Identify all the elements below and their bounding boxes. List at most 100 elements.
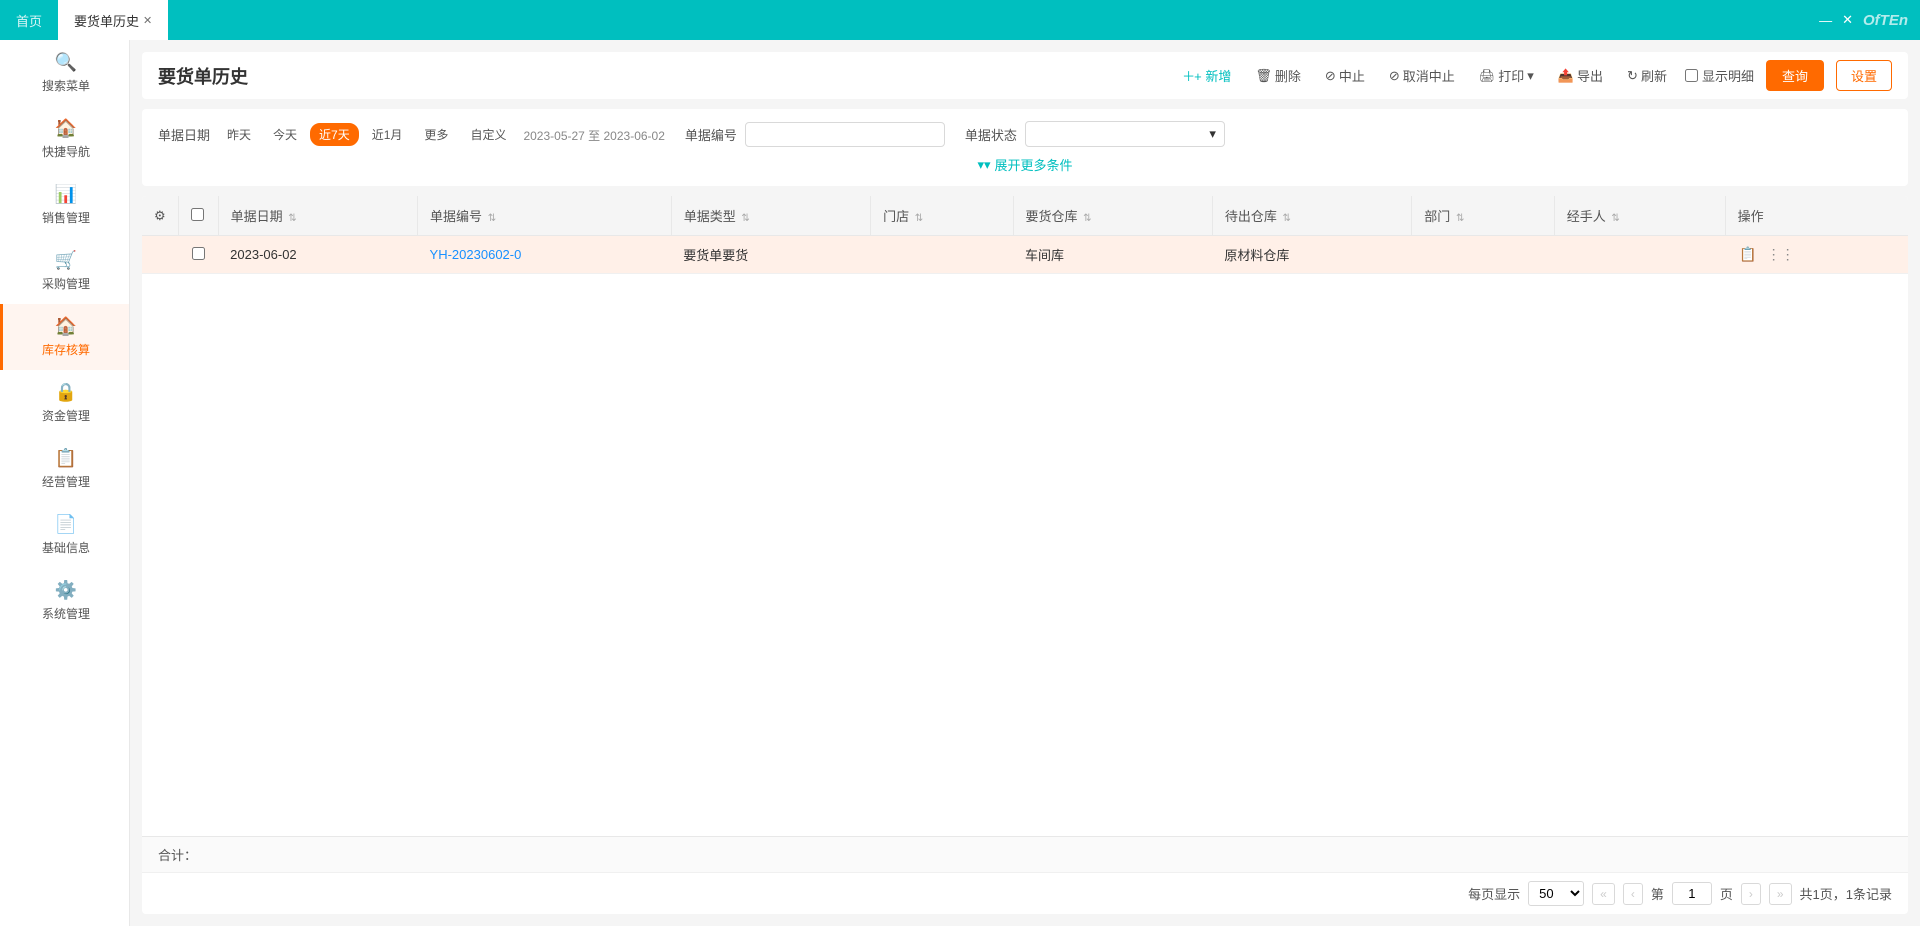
sort-reqwarehouse-icon: ⇅	[1083, 213, 1091, 224]
row-checkbox[interactable]	[192, 247, 205, 260]
next-page-btn[interactable]: ›	[1741, 883, 1761, 905]
brand-label: OfTEn	[1863, 12, 1908, 29]
row-store	[871, 236, 1013, 274]
status-filter-group: 单据状态 ▾	[965, 121, 1225, 147]
sidebar-item-basic[interactable]: 📄 基础信息	[0, 502, 129, 568]
row-seq	[178, 236, 218, 274]
first-page-btn[interactable]: «	[1592, 883, 1615, 905]
th-department[interactable]: 部门 ⇅	[1412, 196, 1554, 236]
last-page-btn[interactable]: »	[1769, 883, 1792, 905]
date-filter-label: 单据日期	[158, 125, 210, 144]
filter-area: 单据日期 昨天 今天 近7天 近1月 更多 自定义 2023-05-27 至 2…	[142, 109, 1908, 186]
status-filter-label: 单据状态	[965, 125, 1017, 144]
date-btn-more[interactable]: 更多	[415, 123, 457, 146]
display-detail-checkbox[interactable]: 显示明细	[1685, 66, 1754, 85]
prev-page-btn[interactable]: ‹	[1623, 883, 1643, 905]
sort-date-icon: ⇅	[288, 213, 296, 224]
sidebar-item-purchase[interactable]: 🛒 采购管理	[0, 238, 129, 304]
date-btn-custom[interactable]: 自定义	[461, 123, 515, 146]
sidebar: 🔍 搜索菜单 🏠 快捷导航 📊 销售管理 🛒 采购管理 🏠 库存核算 🔒 资金管…	[0, 40, 130, 926]
settings-button[interactable]: 设置	[1836, 60, 1892, 91]
th-docno[interactable]: 单据编号 ⇅	[418, 196, 672, 236]
query-button[interactable]: 查询	[1766, 60, 1824, 91]
date-btn-1month[interactable]: 近1月	[363, 123, 412, 146]
row-doctype: 要货单要货	[671, 236, 870, 274]
sidebar-item-inventory[interactable]: 🏠 库存核算	[0, 304, 129, 370]
sidebar-item-quicknav[interactable]: 🏠 快捷导航	[0, 106, 129, 172]
page-input[interactable]	[1672, 882, 1712, 905]
row-handler	[1554, 236, 1725, 274]
th-doctype[interactable]: 单据类型 ⇅	[671, 196, 870, 236]
status-select[interactable]: ▾	[1025, 121, 1225, 147]
delete-button[interactable]: 🗑 删除	[1249, 62, 1307, 89]
chart-icon: 📊	[55, 184, 77, 205]
row-req-warehouse: 车间库	[1013, 236, 1212, 274]
close-window-icon[interactable]: ✕	[1842, 12, 1853, 28]
add-button[interactable]: ＋ + 新增	[1176, 62, 1237, 89]
home-icon: 🏠	[55, 118, 77, 139]
export-button[interactable]: 📤 导出	[1552, 62, 1609, 89]
sort-pendingwarehouse-icon: ⇅	[1283, 213, 1291, 224]
date-btn-yesterday[interactable]: 昨天	[218, 123, 260, 146]
sidebar-item-finance[interactable]: 🔒 资金管理	[0, 370, 129, 436]
refresh-button[interactable]: ↻ 刷新	[1621, 62, 1673, 89]
table-select-all-th[interactable]	[178, 196, 218, 236]
th-handler[interactable]: 经手人 ⇅	[1554, 196, 1725, 236]
stop-button[interactable]: ⊘ 中止	[1319, 62, 1371, 89]
page-title: 要货单历史	[158, 63, 248, 89]
th-req-warehouse[interactable]: 要货仓库 ⇅	[1013, 196, 1212, 236]
date-btn-today[interactable]: 今天	[264, 123, 306, 146]
row-department	[1412, 236, 1554, 274]
print-button[interactable]: 🖨 打印 ▾	[1473, 62, 1540, 89]
window-controls: — ✕ OfTEn	[1819, 12, 1920, 29]
main-layout: 🔍 搜索菜单 🏠 快捷导航 📊 销售管理 🛒 采购管理 🏠 库存核算 🔒 资金管…	[0, 40, 1920, 926]
gear-icon: ⚙️	[55, 580, 77, 601]
toolbar: ＋ + 新增 🗑 删除 ⊘ 中止 ⊘ 取消中止 🖨 打印	[1176, 60, 1892, 91]
date-range-buttons: 昨天 今天 近7天 近1月 更多 自定义	[218, 123, 515, 146]
docno-filter-group: 单据编号	[685, 122, 945, 147]
date-btn-7days[interactable]: 近7天	[310, 123, 359, 146]
sort-handler-icon: ⇅	[1611, 213, 1619, 224]
sidebar-item-operation[interactable]: 📋 经营管理	[0, 436, 129, 502]
select-all-checkbox[interactable]	[191, 208, 204, 221]
th-actions: 操作	[1725, 196, 1908, 236]
row-docno[interactable]: YH-20230602-0	[418, 236, 672, 274]
sidebar-item-sales[interactable]: 📊 销售管理	[0, 172, 129, 238]
export-icon: 📤	[1558, 68, 1574, 84]
th-store[interactable]: 门店 ⇅	[871, 196, 1013, 236]
sidebar-item-system[interactable]: ⚙️ 系统管理	[0, 568, 129, 634]
print-dropdown-icon: ▾	[1527, 68, 1534, 84]
top-bar: 首页 要货单历史 ✕ — ✕ OfTEn	[0, 0, 1920, 40]
close-tab-icon[interactable]: ✕	[143, 14, 152, 27]
minimize-icon[interactable]: —	[1819, 13, 1832, 28]
table-row[interactable]: 2023-06-02 YH-20230602-0 要货单要货 车间库 原材料仓库	[142, 236, 1908, 274]
per-page-select[interactable]: 20 50 100	[1528, 881, 1584, 906]
th-pending-warehouse[interactable]: 待出仓库 ⇅	[1212, 196, 1411, 236]
warehouse-icon: 🏠	[55, 316, 77, 337]
th-date[interactable]: 单据日期 ⇅	[218, 196, 417, 236]
sort-doctype-icon: ⇅	[741, 213, 749, 224]
table-area: ⚙ 单据日期 ⇅ 单据编号 ⇅	[142, 196, 1908, 914]
data-table: ⚙ 单据日期 ⇅ 单据编号 ⇅	[142, 196, 1908, 274]
search-icon: 🔍	[55, 52, 77, 73]
expand-more-btn[interactable]: ▾▾ 展开更多条件	[158, 155, 1892, 174]
tab-requisition-history[interactable]: 要货单历史 ✕	[58, 0, 168, 40]
sidebar-item-search[interactable]: 🔍 搜索菜单	[0, 40, 129, 106]
row-edit-icon[interactable]: 📋	[1737, 244, 1758, 265]
filter-row: 单据日期 昨天 今天 近7天 近1月 更多 自定义 2023-05-27 至 2…	[158, 121, 1892, 147]
table-settings-th[interactable]: ⚙	[142, 196, 178, 236]
docno-input[interactable]	[745, 122, 945, 147]
cancel-stop-icon: ⊘	[1389, 68, 1400, 84]
sort-dept-icon: ⇅	[1456, 213, 1464, 224]
date-range-text: 2023-05-27 至 2023-06-02	[523, 127, 664, 144]
row-more-icon[interactable]: ⋮⋮	[1765, 244, 1797, 265]
delete-icon: 🗑	[1255, 68, 1272, 84]
date-filter-group: 单据日期 昨天 今天 近7天 近1月 更多 自定义 2023-05-27 至 2…	[158, 123, 665, 146]
lock-icon: 🔒	[55, 382, 77, 403]
row-date: 2023-06-02	[218, 236, 417, 274]
display-detail-input[interactable]	[1685, 69, 1698, 82]
refresh-icon: ↻	[1627, 68, 1638, 84]
tab-home[interactable]: 首页	[0, 0, 58, 40]
page-header: 要货单历史 ＋ + 新增 🗑 删除 ⊘ 中止 ⊘ 取消中止	[142, 52, 1908, 99]
cancel-stop-button[interactable]: ⊘ 取消中止	[1383, 62, 1461, 89]
